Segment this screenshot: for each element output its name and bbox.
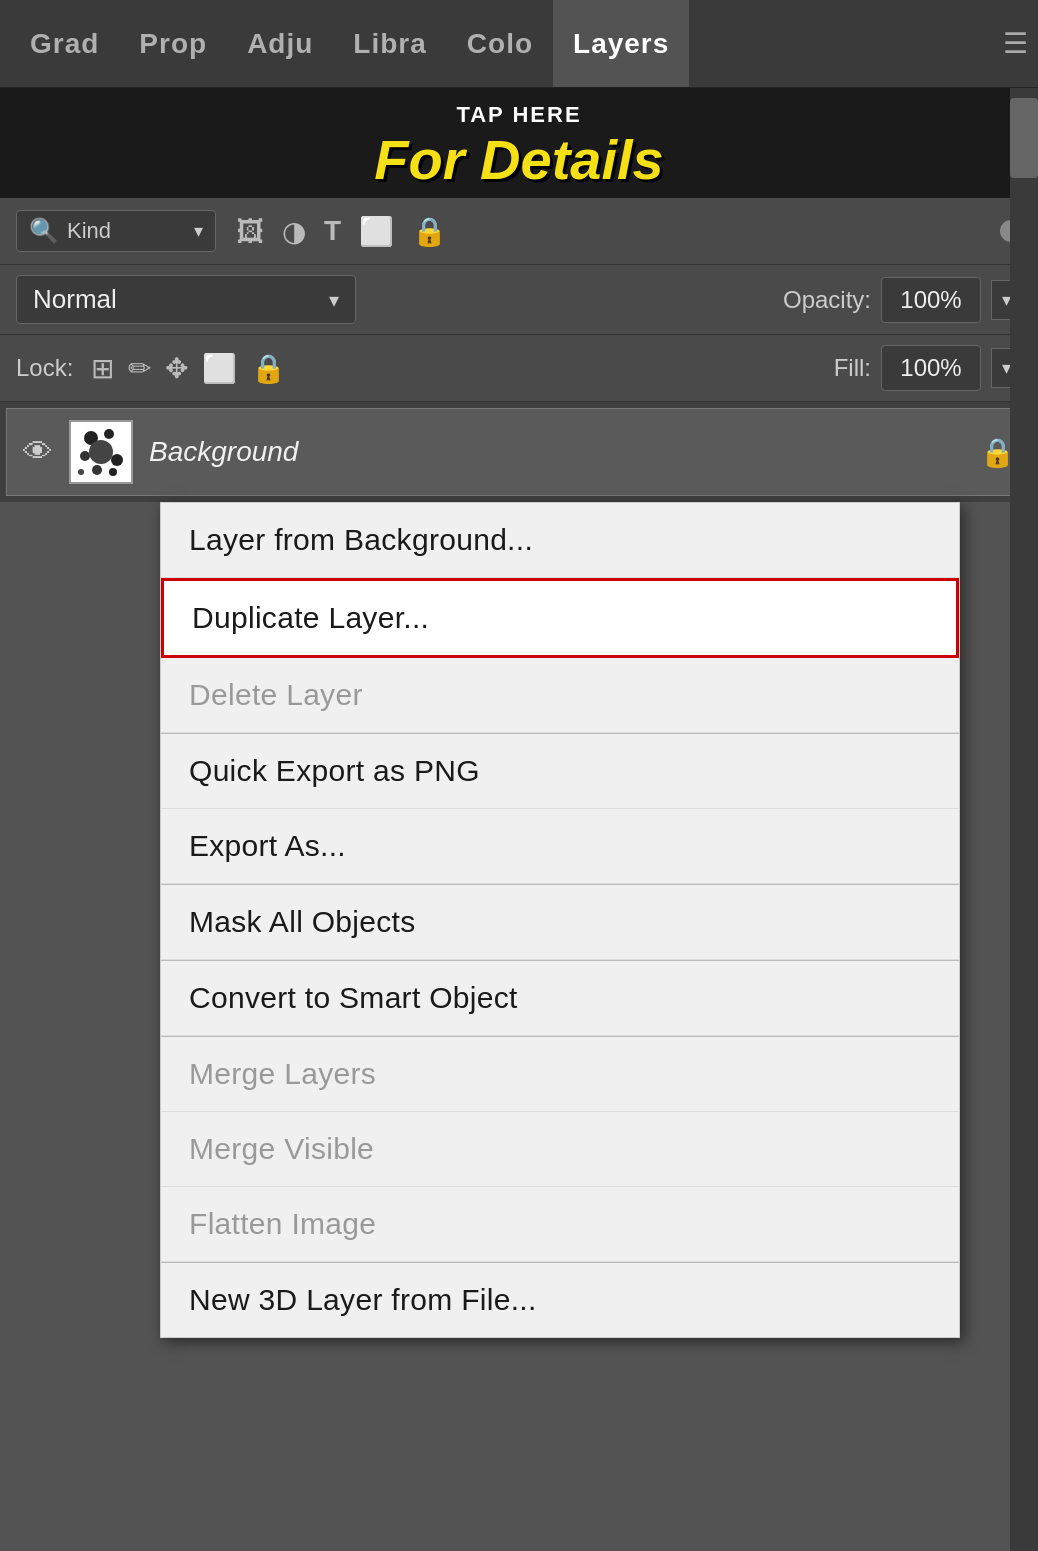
filter-adjustment-icon[interactable]: ◑ <box>282 215 306 248</box>
layer-thumb-svg <box>73 424 129 480</box>
menu-item-layer-from-background[interactable]: Layer from Background... <box>161 503 959 578</box>
menu-item-delete-layer[interactable]: Delete Layer <box>161 658 959 733</box>
search-icon: 🔍 <box>29 217 59 245</box>
layer-thumbnail <box>69 420 133 484</box>
blend-opacity-row: Normal ▾ Opacity: 100% ▾ <box>0 265 1038 335</box>
opacity-value[interactable]: 100% <box>881 277 981 323</box>
scrollbar[interactable] <box>1010 88 1038 1551</box>
for-details-label: For Details <box>0 132 1038 188</box>
tab-libra-label: Libra <box>353 28 426 60</box>
context-menu-container: Layer from Background... Duplicate Layer… <box>0 502 1038 1338</box>
tutorial-banner[interactable]: TAP HERE For Details <box>0 88 1038 198</box>
fill-label: Fill: <box>834 354 871 382</box>
tab-prop[interactable]: Prop <box>119 0 227 87</box>
tab-adju[interactable]: Adju <box>227 0 333 87</box>
filter-icons: 🖼 ◑ T ⬜ 🔒 <box>236 215 447 248</box>
filter-smart-icon[interactable]: 🔒 <box>412 215 447 248</box>
tab-colo-label: Colo <box>467 28 533 60</box>
tab-adju-label: Adju <box>247 28 313 60</box>
layer-name: Background <box>149 436 964 468</box>
blend-mode-arrow[interactable]: ▾ <box>329 288 339 312</box>
kind-label: Kind <box>67 218 186 244</box>
svg-point-2 <box>104 429 114 439</box>
tab-prop-label: Prop <box>139 28 207 60</box>
blend-mode-value: Normal <box>33 284 117 315</box>
svg-point-8 <box>78 469 84 475</box>
fill-group: Fill: 100% ▾ <box>834 345 1022 391</box>
menu-item-merge-layers[interactable]: Merge Layers <box>161 1037 959 1112</box>
lock-label: Lock: <box>16 354 73 382</box>
background-layer-row[interactable]: 👁 Background 🔒 <box>6 408 1032 496</box>
tab-bar: Grad Prop Adju Libra Colo Layers ☰ <box>0 0 1038 88</box>
tap-here-label: TAP HERE <box>0 102 1038 128</box>
filter-pixel-icon[interactable]: 🖼 <box>236 215 264 248</box>
lock-move-icon[interactable]: ✥ <box>165 352 188 385</box>
filter-type-icon[interactable]: T <box>324 215 341 247</box>
svg-point-4 <box>80 451 90 461</box>
tab-grad[interactable]: Grad <box>10 0 119 87</box>
context-menu: Layer from Background... Duplicate Layer… <box>160 502 960 1338</box>
kind-dropdown-arrow[interactable]: ▾ <box>194 220 203 242</box>
menu-item-merge-visible[interactable]: Merge Visible <box>161 1112 959 1187</box>
layers-filter-bar: 🔍 Kind ▾ 🖼 ◑ T ⬜ 🔒 <box>0 198 1038 265</box>
tab-layers-label: Layers <box>573 28 669 60</box>
opacity-group: Opacity: 100% ▾ <box>783 277 1022 323</box>
lock-all-icon[interactable]: 🔒 <box>251 352 286 385</box>
menu-item-quick-export[interactable]: Quick Export as PNG <box>161 734 959 809</box>
opacity-label: Opacity: <box>783 286 871 314</box>
menu-item-duplicate-layer[interactable]: Duplicate Layer... <box>161 578 959 658</box>
svg-point-6 <box>92 465 102 475</box>
svg-point-7 <box>109 468 117 476</box>
lock-fill-row: Lock: ⊞ ✏ ✥ ⬜ 🔒 Fill: 100% ▾ <box>0 335 1038 402</box>
menu-item-new-3d-layer[interactable]: New 3D Layer from File... <box>161 1263 959 1337</box>
tab-colo[interactable]: Colo <box>447 0 553 87</box>
lock-paint-icon[interactable]: ✏ <box>128 352 151 385</box>
lock-artboard-icon[interactable]: ⬜ <box>202 352 237 385</box>
menu-item-mask-all[interactable]: Mask All Objects <box>161 885 959 960</box>
menu-item-export-as[interactable]: Export As... <box>161 809 959 884</box>
lock-pixels-icon[interactable]: ⊞ <box>91 352 114 385</box>
tab-libra[interactable]: Libra <box>333 0 446 87</box>
scrollbar-thumb[interactable] <box>1010 98 1038 178</box>
kind-filter[interactable]: 🔍 Kind ▾ <box>16 210 216 252</box>
layers-list: 👁 Background 🔒 <box>0 402 1038 502</box>
svg-point-3 <box>89 440 113 464</box>
menu-item-convert-smart-object[interactable]: Convert to Smart Object <box>161 961 959 1036</box>
blend-mode-select[interactable]: Normal ▾ <box>16 275 356 324</box>
panel-menu-icon[interactable]: ☰ <box>1003 27 1028 60</box>
lock-icons-group: ⊞ ✏ ✥ ⬜ 🔒 <box>91 352 286 385</box>
tab-grad-label: Grad <box>30 28 99 60</box>
fill-value[interactable]: 100% <box>881 345 981 391</box>
layer-visibility-icon[interactable]: 👁 <box>23 435 53 469</box>
menu-item-flatten-image[interactable]: Flatten Image <box>161 1187 959 1262</box>
filter-shape-icon[interactable]: ⬜ <box>359 215 394 248</box>
svg-point-5 <box>111 454 123 466</box>
tab-layers[interactable]: Layers <box>553 0 689 87</box>
